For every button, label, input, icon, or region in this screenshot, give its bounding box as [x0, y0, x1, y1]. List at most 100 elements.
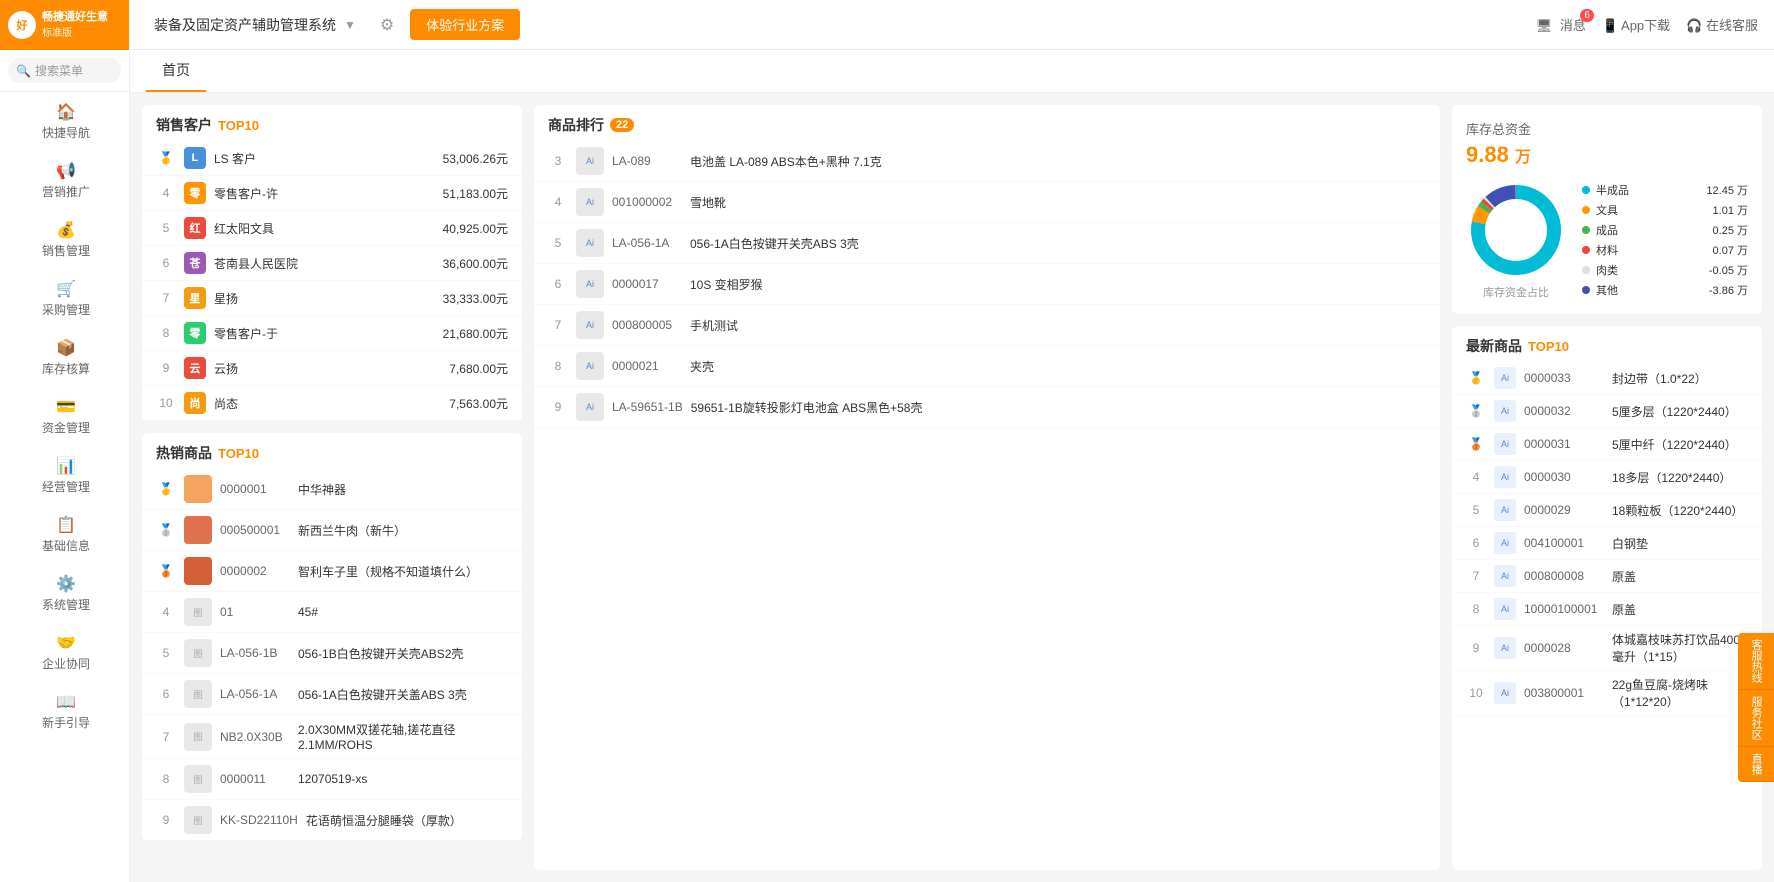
sidebar-item-inventory[interactable]: 📦 库存核算: [0, 328, 129, 387]
hot-product-row[interactable]: 🥈 000500001 新西兰牛肉（新牛）: [142, 510, 522, 551]
rank-number: 7: [548, 318, 568, 332]
product-name: 056-1A白色按键开关壳ABS 3壳: [690, 235, 1426, 252]
product-code: KK-SD22110H: [220, 813, 298, 827]
hot-product-row[interactable]: 7 图 NB2.0X30B 2.0X30MM双搓花轴,搓花直径2.1MM/ROH…: [142, 715, 522, 759]
product-code: 001000002: [612, 195, 682, 209]
logo-text: 畅捷通好生意: [42, 11, 108, 24]
product-image: Ai: [576, 393, 604, 421]
rank-number: 4: [156, 605, 176, 619]
product-name: 18颗粒板（1220*2440）: [1612, 502, 1748, 519]
rank-number: 8: [548, 359, 568, 373]
rank-number: 9: [156, 361, 176, 375]
product-image: Ai: [576, 188, 604, 216]
sales-rank-row[interactable]: 4 零 零售客户-许 51,183.00元: [142, 176, 522, 211]
legend-dot: [1582, 226, 1590, 234]
hot-product-row[interactable]: 🥇 0000001 中华神器: [142, 469, 522, 510]
float-service-btn[interactable]: 客服热线: [1738, 633, 1774, 690]
online-service[interactable]: 🎧 在线客服: [1686, 15, 1758, 34]
latest-product-row[interactable]: 4 Ai 0000030 18多层（1220*2440）: [1452, 461, 1762, 494]
product-ranking-row[interactable]: 7 Ai 000800005 手机测试: [534, 305, 1440, 346]
product-ranking-row[interactable]: 9 Ai LA-59651-1B 59651-1B旋转投影灯电池盒 ABS黑色+…: [534, 387, 1440, 428]
product-ranking-row[interactable]: 8 Ai 0000021 夹壳: [534, 346, 1440, 387]
rank-number: 4: [548, 195, 568, 209]
hot-product-row[interactable]: 5 图 LA-056-1B 056-1B白色按键开关壳ABS2壳: [142, 633, 522, 674]
latest-product-row[interactable]: 8 Ai 10000100001 原盖: [1452, 593, 1762, 626]
try-btn[interactable]: 体验行业方案: [410, 9, 520, 40]
nav-label-finance: 资金管理: [42, 419, 90, 436]
sales-customer-title: 销售客户: [156, 115, 212, 135]
sidebar-item-operations[interactable]: 📊 经营管理: [0, 446, 129, 505]
latest-product-row[interactable]: 🥈 Ai 0000032 5厘多层（1220*2440）: [1452, 395, 1762, 428]
rank-number: 🥉: [1466, 437, 1486, 451]
message-count: 6: [1580, 9, 1594, 22]
product-name: 原盖: [1612, 568, 1748, 585]
settings-icon[interactable]: ⚙: [376, 11, 398, 39]
sidebar-search[interactable]: 🔍 搜索菜单: [0, 50, 129, 92]
sales-rank-row[interactable]: 6 苍 苍南县人民医院 36,600.00元: [142, 246, 522, 281]
product-code: 01: [220, 605, 290, 619]
customer-name: 云扬: [214, 360, 441, 377]
hot-product-row[interactable]: 8 图 0000011 12070519-xs: [142, 759, 522, 800]
message-badge-area[interactable]: 🖥 6 消息: [1536, 15, 1586, 34]
rank-number: 5: [1466, 503, 1486, 517]
latest-product-row[interactable]: 🥉 Ai 0000031 5厘中纤（1220*2440）: [1452, 428, 1762, 461]
sidebar-item-basicinfo[interactable]: 📋 基础信息: [0, 505, 129, 564]
inventory-title: 库存总资金: [1466, 119, 1748, 138]
float-service-btn[interactable]: 服务社区: [1738, 690, 1774, 747]
sidebar-item-sales[interactable]: 💰 销售管理: [0, 210, 129, 269]
sidebar-item-collab[interactable]: 🤝 企业协同: [0, 623, 129, 682]
sales-rank-row[interactable]: 8 零 零售客户-于 21,680.00元: [142, 316, 522, 351]
sidebar-item-system[interactable]: ⚙️ 系统管理: [0, 564, 129, 623]
sales-rank-row[interactable]: 5 红 红太阳文具 40,925.00元: [142, 211, 522, 246]
product-ranking-row[interactable]: 4 Ai 001000002 雪地靴: [534, 182, 1440, 223]
latest-product-row[interactable]: 7 Ai 000800008 原盖: [1452, 560, 1762, 593]
latest-product-row[interactable]: 9 Ai 0000028 体城嘉枝味苏打饮品400毫升（1*15）: [1452, 626, 1762, 671]
product-ranking-row[interactable]: 3 Ai LA-089 电池盖 LA-089 ABS本色+黑种 7.1克: [534, 141, 1440, 182]
product-image: [184, 557, 212, 585]
float-service-btn[interactable]: 直播: [1738, 747, 1774, 782]
nav-label-basicinfo: 基础信息: [42, 537, 90, 554]
customer-name: 红太阳文具: [214, 220, 435, 237]
system-selector[interactable]: 装备及固定资产辅助管理系统 ▼: [146, 11, 364, 39]
product-name: 雪地靴: [690, 194, 1426, 211]
hot-product-row[interactable]: 6 图 LA-056-1A 056-1A白色按键开关盖ABS 3壳: [142, 674, 522, 715]
latest-product-row[interactable]: 🥇 Ai 0000033 封边带（1.0*22）: [1452, 362, 1762, 395]
hot-product-row[interactable]: 🥉 0000002 智利车子里（规格不知道填什么）: [142, 551, 522, 592]
sales-rank-row[interactable]: 7 星 星扬 33,333.00元: [142, 281, 522, 316]
hot-product-row[interactable]: 4 图 01 45#: [142, 592, 522, 633]
rank-number: 9: [1466, 641, 1486, 655]
sales-rank-row[interactable]: 🥇 L LS 客户 53,006.26元: [142, 141, 522, 176]
sales-customer-card: 销售客户 TOP10 🥇 L LS 客户 53,006.26元 4 零 零售客户…: [142, 105, 522, 421]
sales-customer-header: 销售客户 TOP10: [142, 105, 522, 141]
latest-product-row[interactable]: 10 Ai 003800001 22g鱼豆腐-烧烤味（1*12*20）: [1452, 671, 1762, 716]
product-ranking-row[interactable]: 6 Ai 0000017 10S 变相罗猴: [534, 264, 1440, 305]
product-ranking-row[interactable]: 5 Ai LA-056-1A 056-1A白色按键开关壳ABS 3壳: [534, 223, 1440, 264]
customer-tag: 红: [184, 217, 206, 239]
app-download[interactable]: 📱 App下载: [1602, 15, 1670, 34]
sidebar-item-finance[interactable]: 💳 资金管理: [0, 387, 129, 446]
legend-item: 文具 1.01 万: [1582, 202, 1748, 218]
product-code: NB2.0X30B: [220, 730, 290, 744]
latest-product-row[interactable]: 6 Ai 004100001 白钢垫: [1452, 527, 1762, 560]
rank-number: 3: [548, 154, 568, 168]
sidebar-item-purchase[interactable]: 🛒 采购管理: [0, 269, 129, 328]
customer-tag: L: [184, 147, 206, 169]
legend-name: 文具: [1596, 202, 1682, 218]
sidebar-item-marketing[interactable]: 📢 营销推广: [0, 151, 129, 210]
product-code: 0000029: [1524, 503, 1604, 517]
sales-rank-row[interactable]: 9 云 云扬 7,680.00元: [142, 351, 522, 386]
latest-product-image: Ai: [1494, 433, 1516, 455]
hot-product-row[interactable]: 9 图 KK-SD22110H 花语萌恒温分腿睡袋（厚款）: [142, 800, 522, 841]
tab-home[interactable]: 首页: [146, 50, 206, 92]
product-code: 0000030: [1524, 470, 1604, 484]
sidebar-item-quicknav[interactable]: 🏠 快捷导航: [0, 92, 129, 151]
search-inner[interactable]: 🔍 搜索菜单: [8, 58, 121, 83]
sidebar-item-guide[interactable]: 📖 新手引导: [0, 682, 129, 741]
rank-number: 8: [1466, 602, 1486, 616]
latest-product-row[interactable]: 5 Ai 0000029 18颗粒板（1220*2440）: [1452, 494, 1762, 527]
hot-products-table: 🥇 0000001 中华神器 🥈 000500001 新西兰牛肉（新牛） 🥉 0…: [142, 469, 522, 841]
topbar-right: 🖥 6 消息 📱 App下载 🎧 在线客服: [1536, 15, 1758, 34]
product-code: 0000028: [1524, 641, 1604, 655]
nav-label-purchase: 采购管理: [42, 301, 90, 318]
sales-rank-row[interactable]: 10 尚 尚态 7,563.00元: [142, 386, 522, 421]
